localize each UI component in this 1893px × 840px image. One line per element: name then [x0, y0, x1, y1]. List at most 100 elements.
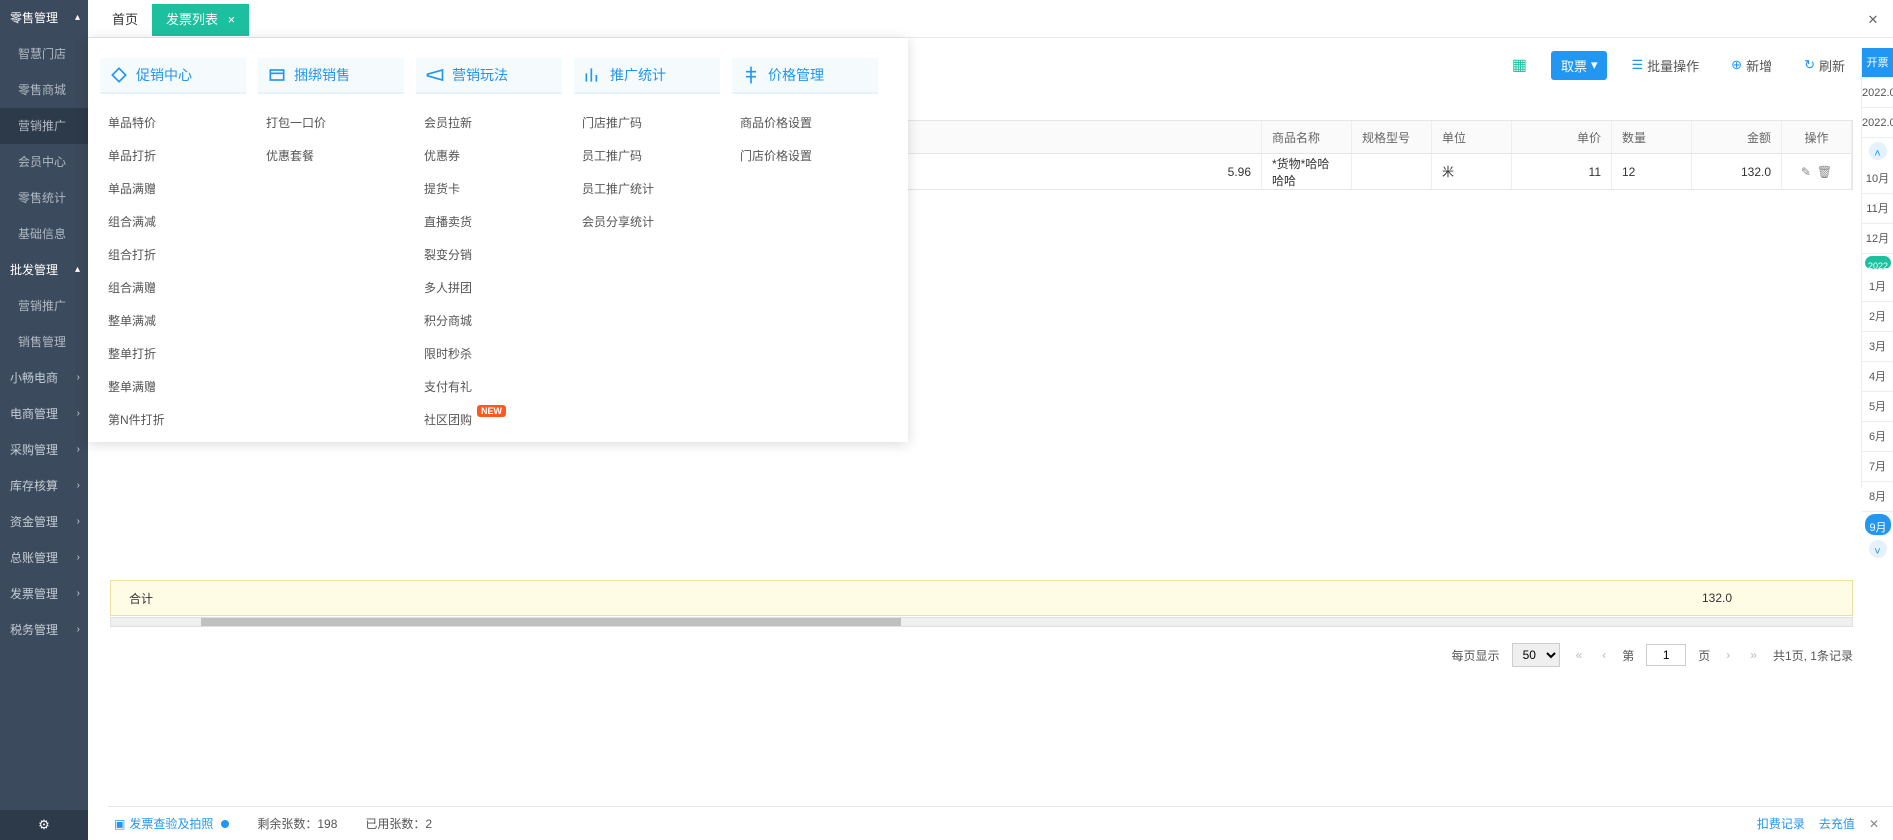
mega-item[interactable]: 会员拉新: [416, 106, 562, 139]
sidebar-item-smart-store[interactable]: 智慧门店: [0, 36, 88, 72]
batch-button[interactable]: ☰批量操作: [1623, 52, 1707, 79]
page-prefix: 第: [1622, 647, 1634, 664]
qr-scan-button[interactable]: ▦: [1504, 51, 1535, 79]
pager-prev[interactable]: ‹: [1598, 648, 1610, 662]
mega-item[interactable]: 员工推广码: [574, 139, 720, 172]
mega-item[interactable]: 整单满赠: [100, 370, 246, 403]
rail-month[interactable]: 8月: [1862, 482, 1893, 512]
rail-month-active[interactable]: 9月: [1865, 514, 1891, 536]
mega-item[interactable]: 单品满赠: [100, 172, 246, 205]
page-input[interactable]: [1646, 644, 1686, 666]
mega-item[interactable]: 门店推广码: [574, 106, 720, 139]
pager-first[interactable]: «: [1572, 648, 1587, 662]
rail-month[interactable]: 11月: [1862, 194, 1893, 224]
mega-item[interactable]: 组合打折: [100, 238, 246, 271]
sidebar-item-ledger[interactable]: 总账管理›: [0, 540, 88, 576]
sidebar-item-marketing[interactable]: 营销推广: [0, 108, 88, 144]
rail-month[interactable]: 3月: [1862, 332, 1893, 362]
sidebar-item-retail-mall[interactable]: 零售商城: [0, 72, 88, 108]
sidebar-group-wholesale[interactable]: 批发管理 ▴: [0, 252, 88, 288]
sidebar-item-invoice[interactable]: 发票管理›: [0, 576, 88, 612]
footer-verify-link[interactable]: ▣ 发票查验及拍照: [114, 815, 229, 832]
mega-item[interactable]: 整单打折: [100, 337, 246, 370]
rail-month[interactable]: 2月: [1862, 302, 1893, 332]
qupiao-button[interactable]: 取票 ▾: [1551, 51, 1608, 80]
footer-recharge-link[interactable]: 去充值: [1819, 815, 1855, 832]
sidebar-group-retail[interactable]: 零售管理 ▴: [0, 0, 88, 36]
sidebar-item-basic-info[interactable]: 基础信息: [0, 216, 88, 252]
mega-item[interactable]: 优惠套餐: [258, 139, 404, 172]
mega-header-play: 营销玩法: [416, 58, 562, 94]
rail-month[interactable]: 7月: [1862, 452, 1893, 482]
mega-title: 捆绑销售: [294, 65, 350, 85]
close-icon[interactable]: ✕: [1869, 817, 1879, 831]
edit-icon[interactable]: ✎: [1801, 165, 1811, 179]
close-icon[interactable]: ×: [228, 12, 236, 27]
mega-item[interactable]: 限时秒杀: [416, 337, 562, 370]
rail-month[interactable]: 4月: [1862, 362, 1893, 392]
mega-item[interactable]: 多人拼团: [416, 271, 562, 304]
mega-item[interactable]: 组合满赠: [100, 271, 246, 304]
mega-item[interactable]: 提货卡: [416, 172, 562, 205]
label: 税务管理: [10, 623, 58, 637]
mega-item[interactable]: 员工推广统计: [574, 172, 720, 205]
mega-item[interactable]: 单品打折: [100, 139, 246, 172]
value: 5.96: [1228, 165, 1251, 179]
add-button[interactable]: ⊕新增: [1723, 52, 1780, 79]
rail-date[interactable]: 2022.0: [1862, 78, 1893, 108]
rail-month[interactable]: 6月: [1862, 422, 1893, 452]
mega-item[interactable]: 门店价格设置: [732, 139, 878, 172]
rail-top-button[interactable]: 开票日: [1862, 48, 1893, 78]
sidebar-item-member-center[interactable]: 会员中心: [0, 144, 88, 180]
page-suffix: 页: [1698, 647, 1710, 664]
refresh-button[interactable]: ↻刷新: [1796, 52, 1853, 79]
sidebar-item-xiaochang[interactable]: 小畅电商›: [0, 360, 88, 396]
per-page-select[interactable]: 50: [1512, 643, 1560, 667]
label: 9月: [1869, 522, 1886, 534]
label: 2月: [1869, 311, 1886, 323]
sidebar-settings[interactable]: ⚙: [0, 810, 88, 840]
rail-month[interactable]: 1月: [1862, 272, 1893, 302]
mega-item[interactable]: 打包一口价: [258, 106, 404, 139]
rail-scroll-up[interactable]: ˄: [1869, 142, 1887, 160]
delete-icon[interactable]: 🗑: [1817, 165, 1832, 179]
mega-item[interactable]: 整单满减: [100, 304, 246, 337]
tab-home[interactable]: 首页: [98, 4, 152, 36]
mega-item[interactable]: 会员分享统计: [574, 205, 720, 238]
rail-month[interactable]: 5月: [1862, 392, 1893, 422]
mega-item[interactable]: 积分商城: [416, 304, 562, 337]
mega-item[interactable]: 直播卖货: [416, 205, 562, 238]
sidebar-item-inventory[interactable]: 库存核算›: [0, 468, 88, 504]
mega-item[interactable]: 裂变分销: [416, 238, 562, 271]
h-scrollbar[interactable]: [110, 617, 1853, 627]
tab-invoice-list[interactable]: 发票列表 ×: [152, 4, 249, 36]
h-scrollbar-thumb[interactable]: [201, 618, 901, 626]
pager: 每页显示 50 « ‹ 第 页 › » 共1页, 1条记录: [1452, 638, 1853, 672]
label: 整单满赠: [108, 380, 156, 394]
rail-scroll-down[interactable]: ˅: [1869, 540, 1887, 558]
sidebar-item-ecommerce[interactable]: 电商管理›: [0, 396, 88, 432]
sidebar-item-retail-stats[interactable]: 零售统计: [0, 180, 88, 216]
sidebar-item-purchase[interactable]: 采购管理›: [0, 432, 88, 468]
sidebar-item-ws-marketing[interactable]: 营销推广: [0, 288, 88, 324]
mega-item[interactable]: 组合满减: [100, 205, 246, 238]
rail-date[interactable]: 2022.0: [1862, 108, 1893, 138]
footer-deduct-link[interactable]: 扣费记录: [1757, 815, 1805, 832]
th-product-name: 商品名称: [1262, 121, 1352, 153]
pager-last[interactable]: »: [1746, 648, 1761, 662]
sidebar-item-funds[interactable]: 资金管理›: [0, 504, 88, 540]
mega-item[interactable]: 第N件打折: [100, 403, 246, 436]
mega-item[interactable]: 商品价格设置: [732, 106, 878, 139]
sidebar-item-tax[interactable]: 税务管理›: [0, 612, 88, 648]
chevron-right-icon: ›: [77, 540, 80, 576]
mega-item[interactable]: 支付有礼: [416, 370, 562, 403]
rail-month[interactable]: 10月: [1862, 164, 1893, 194]
mega-item-community-group[interactable]: 社区团购 NEW: [416, 403, 562, 436]
close-all-tabs[interactable]: ✕: [1861, 8, 1885, 32]
rail-month[interactable]: 12月: [1862, 224, 1893, 254]
sidebar-item-ws-sales[interactable]: 销售管理: [0, 324, 88, 360]
mega-item[interactable]: 单品特价: [100, 106, 246, 139]
chevron-down-icon: ▾: [1591, 57, 1598, 73]
pager-next[interactable]: ›: [1722, 648, 1734, 662]
mega-item[interactable]: 优惠券: [416, 139, 562, 172]
